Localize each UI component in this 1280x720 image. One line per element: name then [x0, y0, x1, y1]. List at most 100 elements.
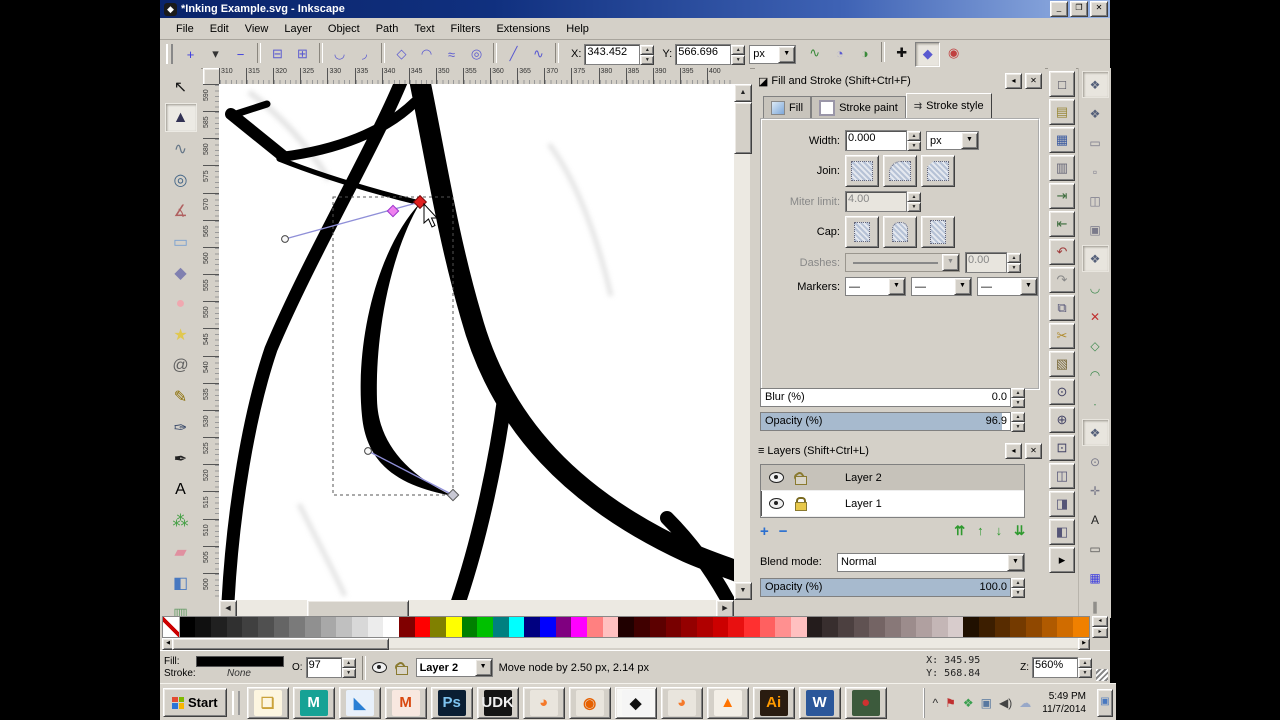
delete-node-icon[interactable]: −	[229, 43, 252, 66]
tool-calligraphy[interactable]: ✒	[165, 444, 197, 473]
tool-text[interactable]: A	[165, 475, 197, 504]
color-swatch[interactable]	[1026, 617, 1042, 637]
new-document-icon[interactable]: □	[1049, 71, 1075, 97]
color-swatch[interactable]	[258, 617, 274, 637]
zoom-spinner[interactable]: ▲▼	[1078, 658, 1092, 677]
unit-dropdown[interactable]: px ▼	[749, 45, 796, 64]
separator[interactable]	[493, 43, 497, 63]
color-swatch[interactable]	[195, 617, 211, 637]
tool-tweak[interactable]: ∿	[165, 134, 197, 163]
color-swatch[interactable]	[1010, 617, 1026, 637]
tool-spiral[interactable]: @	[165, 351, 197, 380]
udk-icon[interactable]: UDK	[477, 687, 519, 719]
toolbar-grip[interactable]	[166, 44, 173, 64]
selected-node-diamond[interactable]	[387, 205, 398, 216]
export-bitmap-icon[interactable]: ⇤	[1049, 211, 1075, 237]
color-swatch[interactable]	[885, 617, 901, 637]
save-document-icon[interactable]: ▦	[1049, 127, 1075, 153]
color-swatch[interactable]	[571, 617, 587, 637]
color-swatch[interactable]	[227, 617, 243, 637]
menu-item[interactable]: Object	[320, 21, 368, 37]
unlink-clone-icon[interactable]: ◧	[1049, 519, 1075, 545]
master-opacity-input[interactable]: 97	[306, 657, 342, 678]
layer-visibility-eye-icon[interactable]	[372, 662, 387, 673]
layer-lock-icon[interactable]	[794, 471, 807, 484]
tool-pencil[interactable]: ✎	[165, 382, 197, 411]
color-swatch[interactable]	[618, 617, 634, 637]
color-swatch[interactable]	[587, 617, 603, 637]
color-swatch[interactable]	[446, 617, 462, 637]
tool-measure[interactable]: ∡	[165, 196, 197, 225]
palette-scroll-thumb[interactable]	[172, 638, 389, 650]
windows-explorer-icon[interactable]: ❏	[247, 687, 289, 719]
v-scroll-thumb[interactable]	[734, 102, 752, 154]
insert-node-options-icon[interactable]: ▾	[204, 43, 227, 66]
edit-clipping-path-icon[interactable]: ◔	[828, 42, 851, 65]
make-auto-icon[interactable]: ◎	[465, 43, 488, 66]
bezier-handle-circle[interactable]	[282, 236, 289, 243]
color-swatch[interactable]	[916, 617, 932, 637]
vlc-icon[interactable]: ▲	[707, 687, 749, 719]
menu-item[interactable]: Edit	[202, 21, 237, 37]
snap-line-midpoints[interactable]: ∙	[1082, 390, 1109, 417]
menu-item[interactable]: File	[168, 21, 202, 37]
screen-recorder-icon[interactable]: ●	[845, 687, 887, 719]
snap-grid[interactable]: ▦	[1082, 564, 1109, 591]
layer-row[interactable]: Layer 2	[761, 465, 1024, 491]
word-icon[interactable]: W	[799, 687, 841, 719]
color-swatch[interactable]	[368, 617, 384, 637]
raise-layer-to-top-button[interactable]: ⇈	[954, 523, 965, 539]
marker-dropdown[interactable]: — ▼	[911, 277, 972, 296]
title-bar[interactable]: ◆ *Inking Example.svg - Inkscape _ ❐ ✕	[160, 0, 1110, 18]
zoom-drawing-icon[interactable]: ⊕	[1049, 407, 1075, 433]
snap-rotation-centers[interactable]: ✛	[1082, 477, 1109, 504]
color-swatch[interactable]	[1042, 617, 1058, 637]
stroke-width-spinner[interactable]: ▲▼	[907, 131, 921, 150]
tool-paint-bucket[interactable]: ◧	[165, 568, 197, 597]
blur-spinner[interactable]: ▲▼	[1011, 388, 1025, 407]
tool-spray[interactable]: ⁂	[165, 506, 197, 535]
color-swatch[interactable]	[979, 617, 995, 637]
color-swatch[interactable]	[650, 617, 666, 637]
tool-star[interactable]: ★	[165, 320, 197, 349]
layer-lock-icon[interactable]	[794, 497, 807, 510]
color-swatch[interactable]	[666, 617, 682, 637]
snap-smooth-nodes[interactable]: ◠	[1082, 361, 1109, 388]
color-swatch[interactable]	[430, 617, 446, 637]
make-curve-icon[interactable]: ∿	[527, 43, 550, 66]
lower-layer-button[interactable]: ↓	[996, 523, 1003, 539]
color-swatch[interactable]	[822, 617, 838, 637]
menu-item[interactable]: Help	[558, 21, 597, 37]
lower-layer-to-bottom-button[interactable]: ⇊	[1014, 523, 1025, 539]
dash-offset-input[interactable]: 0.00	[965, 252, 1007, 273]
color-swatch[interactable]	[399, 617, 415, 637]
zoom-input[interactable]: 560%	[1032, 657, 1078, 678]
raise-layer-button[interactable]: ↑	[977, 523, 984, 539]
color-swatch[interactable]	[242, 617, 258, 637]
color-swatch[interactable]	[948, 617, 964, 637]
duplicate-icon[interactable]: ◫	[1049, 463, 1075, 489]
menu-item[interactable]: Text	[406, 21, 442, 37]
layer-opacity-spinner[interactable]: ▲▼	[1011, 578, 1025, 597]
cap-butt-button[interactable]	[845, 216, 879, 248]
snap-bbox-edges[interactable]: ▭	[1082, 129, 1109, 156]
action-center-flag-icon[interactable]: ⚑	[945, 697, 956, 709]
y-coord-spinner[interactable]: ▲▼	[731, 45, 745, 64]
color-swatch[interactable]	[540, 617, 556, 637]
color-swatch[interactable]	[305, 617, 321, 637]
horizontal-ruler[interactable]: 3103153203253303353403453503553603653703…	[219, 68, 734, 85]
cut-icon[interactable]: ✂	[1049, 323, 1075, 349]
print-document-icon[interactable]: ▥	[1049, 155, 1075, 181]
make-symmetric-icon[interactable]: ≈	[440, 43, 463, 66]
tool-selector[interactable]: ↖	[165, 72, 197, 101]
palette-prev-icon[interactable]: ◂	[1092, 616, 1108, 627]
snap-bbox-centers[interactable]: ▣	[1082, 216, 1109, 243]
start-button[interactable]: Start	[163, 688, 227, 717]
paste-icon[interactable]: ▧	[1049, 351, 1075, 377]
blur-slider[interactable]: Blur (%) 0.0	[760, 388, 1011, 407]
y-coord-input[interactable]: 566.696	[675, 44, 731, 65]
open-document-icon[interactable]: ▤	[1049, 99, 1075, 125]
color-swatch[interactable]	[415, 617, 431, 637]
color-swatch[interactable]	[477, 617, 493, 637]
palette-scrollbar[interactable]: ◀ ▶	[162, 638, 1090, 648]
